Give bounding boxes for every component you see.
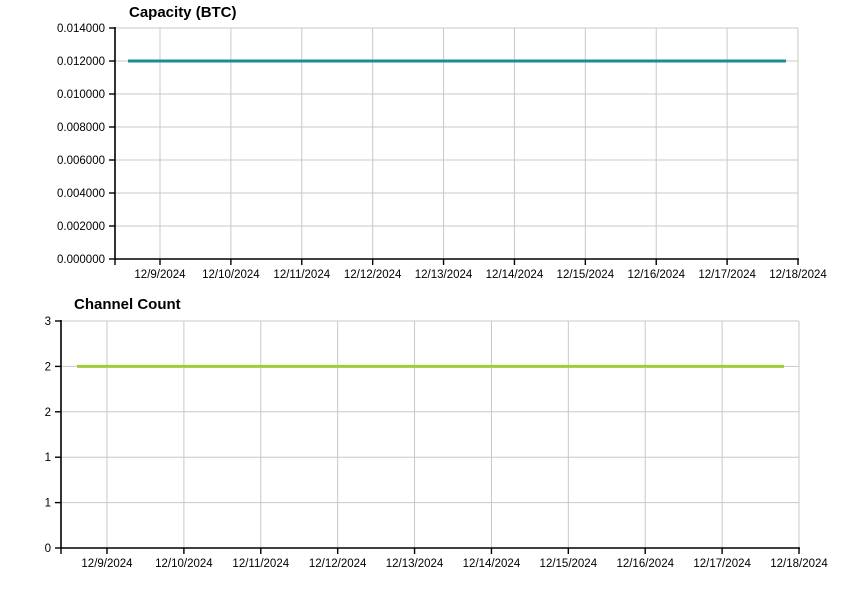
y-tick-label: 0.000000 <box>57 254 105 266</box>
y-tick-label: 0.006000 <box>57 155 105 167</box>
x-tick-label: 12/16/2024 <box>627 269 685 281</box>
x-tick-label: 12/9/2024 <box>81 558 133 570</box>
x-tick-label: 12/13/2024 <box>415 269 473 281</box>
y-tick-label: 2 <box>45 361 51 373</box>
y-tick-label: 0.012000 <box>57 56 105 68</box>
x-tick-label: 12/17/2024 <box>698 269 756 281</box>
capacity-chart-plot: 0.014000 0.012000 0.010000 0.008000 0.006000… <box>57 23 827 281</box>
y-tick-label: 0 <box>45 543 51 555</box>
x-tick-label: 12/10/2024 <box>155 558 213 570</box>
y-tick-label: 3 <box>45 316 51 328</box>
x-tick-label: 12/14/2024 <box>486 269 544 281</box>
x-tick-label: 12/11/2024 <box>273 269 330 281</box>
y-tick-label: 2 <box>45 407 51 419</box>
x-tick-label: 12/11/2024 <box>232 558 289 570</box>
x-tick-label: 12/10/2024 <box>202 269 260 281</box>
x-tick-label: 12/9/2024 <box>134 269 186 281</box>
x-tick-label: 12/15/2024 <box>540 558 598 570</box>
y-tick-label: 0.004000 <box>57 188 105 200</box>
x-tick-label: 12/18/2024 <box>770 558 828 570</box>
y-tick-label: 1 <box>45 452 51 464</box>
y-tick-label: 0.008000 <box>57 122 105 134</box>
x-tick-label: 12/16/2024 <box>616 558 674 570</box>
x-tick-label: 12/12/2024 <box>344 269 402 281</box>
charts-panel: Capacity (BTC) 0.014000 0.012000 0.010000 0… <box>0 0 860 600</box>
x-tick-label: 12/12/2024 <box>309 558 367 570</box>
x-tick-label: 12/17/2024 <box>693 558 751 570</box>
x-tick-label: 12/15/2024 <box>557 269 615 281</box>
channel-count-chart-plot: 3 2 2 1 1 0 12/9/2024 12/10/2024 12/11/2024 12/12… <box>45 316 829 570</box>
y-tick-label: 0.014000 <box>57 23 105 35</box>
y-tick-label: 0.010000 <box>57 89 105 101</box>
x-tick-label: 12/14/2024 <box>463 558 521 570</box>
x-tick-label: 12/13/2024 <box>386 558 444 570</box>
y-tick-label: 0.002000 <box>57 221 105 233</box>
x-tick-label: 12/18/2024 <box>769 269 827 281</box>
y-tick-label: 1 <box>45 498 51 510</box>
